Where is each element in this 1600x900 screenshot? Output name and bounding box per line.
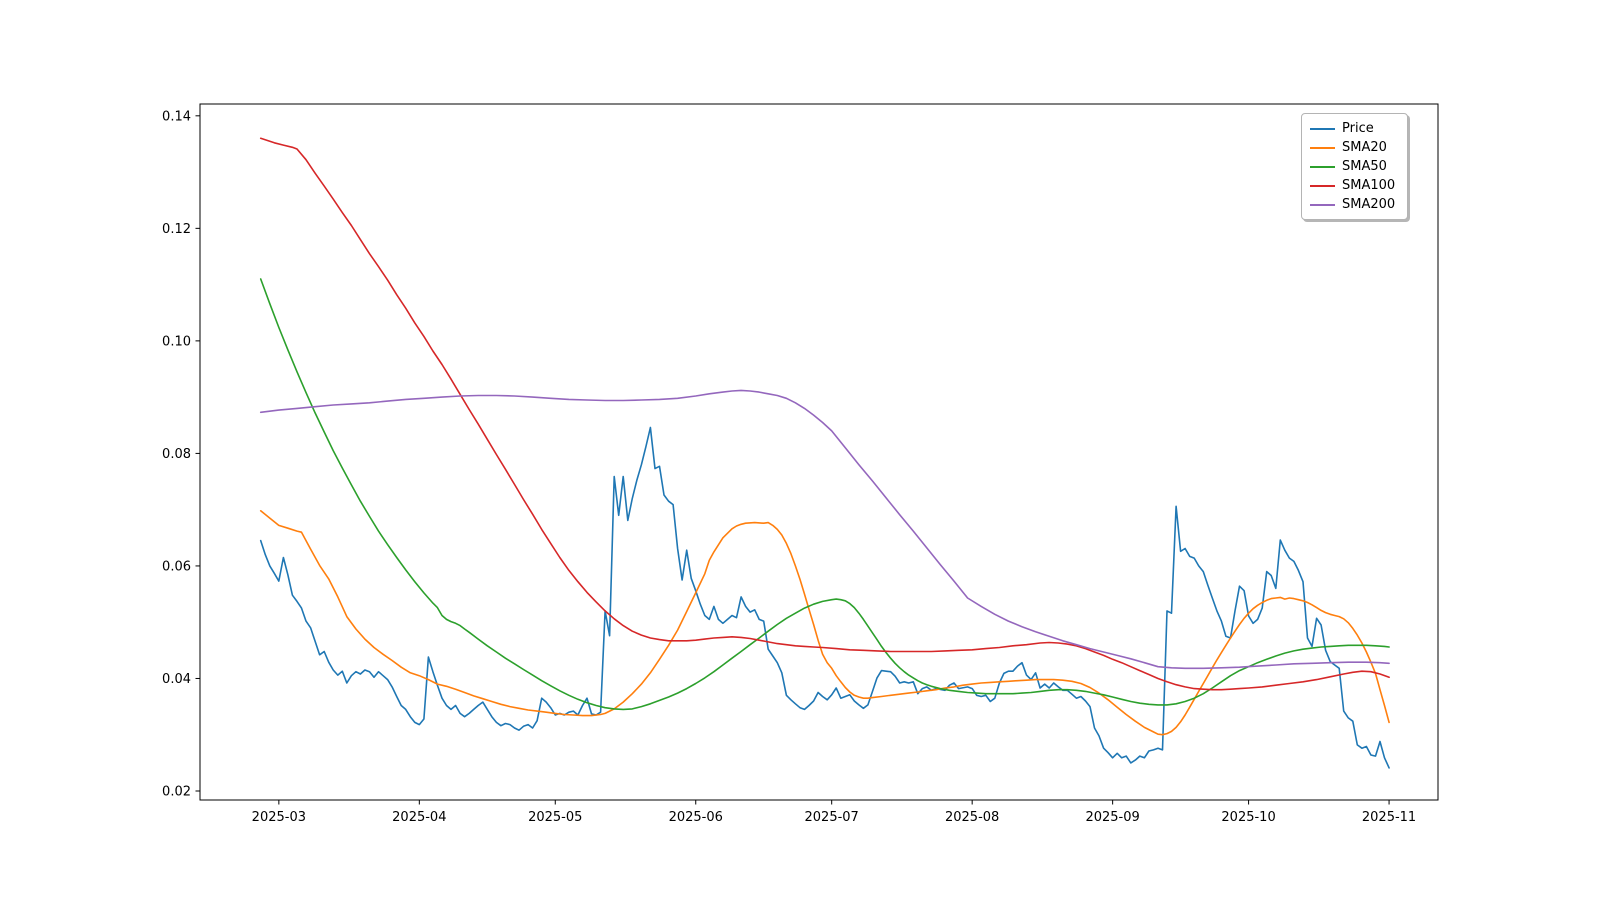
series-line-price (259, 426, 1390, 769)
sma100-line-swatch (1310, 184, 1335, 187)
legend-item-sma20: SMA20 (1310, 138, 1399, 157)
x-tick-label: 2025-09 (1085, 810, 1139, 825)
legend-label-sma200: SMA200 (1342, 197, 1396, 212)
y-tick-label: 0.02 (162, 784, 191, 799)
x-tick-label: 2025-06 (669, 810, 723, 825)
series-line-sma100 (259, 137, 1390, 691)
x-tick-label: 2025-10 (1221, 810, 1275, 825)
price-line-swatch (1310, 127, 1335, 130)
legend-item-sma100: SMA100 (1310, 176, 1399, 195)
legend-label-sma20: SMA20 (1342, 140, 1387, 155)
y-tick-label: 0.14 (162, 109, 191, 124)
x-tick-label: 2025-08 (945, 810, 999, 825)
x-tick-label: 2025-05 (528, 810, 582, 825)
legend-item-sma200: SMA200 (1310, 195, 1399, 214)
y-tick-label: 0.04 (162, 672, 191, 687)
x-tick-label: 2025-11 (1362, 810, 1416, 825)
sma20-line-swatch (1310, 146, 1335, 149)
y-tick-label: 0.12 (162, 222, 191, 237)
plot-border (199, 103, 1439, 801)
legend: Price SMA20 SMA50 SMA100 SMA200 (1301, 113, 1408, 220)
x-tick-label: 2025-03 (252, 810, 306, 825)
x-tick-label: 2025-04 (392, 810, 446, 825)
y-tick-label: 0.08 (162, 447, 191, 462)
series-line-sma50 (259, 278, 1390, 711)
sma200-line-swatch (1310, 203, 1335, 206)
legend-label-sma50: SMA50 (1342, 159, 1387, 174)
legend-item-price: Price (1310, 119, 1399, 138)
legend-item-sma50: SMA50 (1310, 157, 1399, 176)
y-tick-label: 0.06 (162, 559, 191, 574)
chart-figure: 2025-03 2025-04 2025-05 2025-06 2025-07 2025-… (0, 0, 1600, 900)
legend-label-price: Price (1342, 121, 1374, 136)
x-tick-label: 2025-07 (805, 810, 859, 825)
sma50-line-swatch (1310, 165, 1335, 168)
series-line-sma200 (259, 389, 1390, 670)
y-tick-label: 0.10 (162, 334, 191, 349)
series-line-sma20 (259, 509, 1390, 736)
legend-label-sma100: SMA100 (1342, 178, 1396, 193)
